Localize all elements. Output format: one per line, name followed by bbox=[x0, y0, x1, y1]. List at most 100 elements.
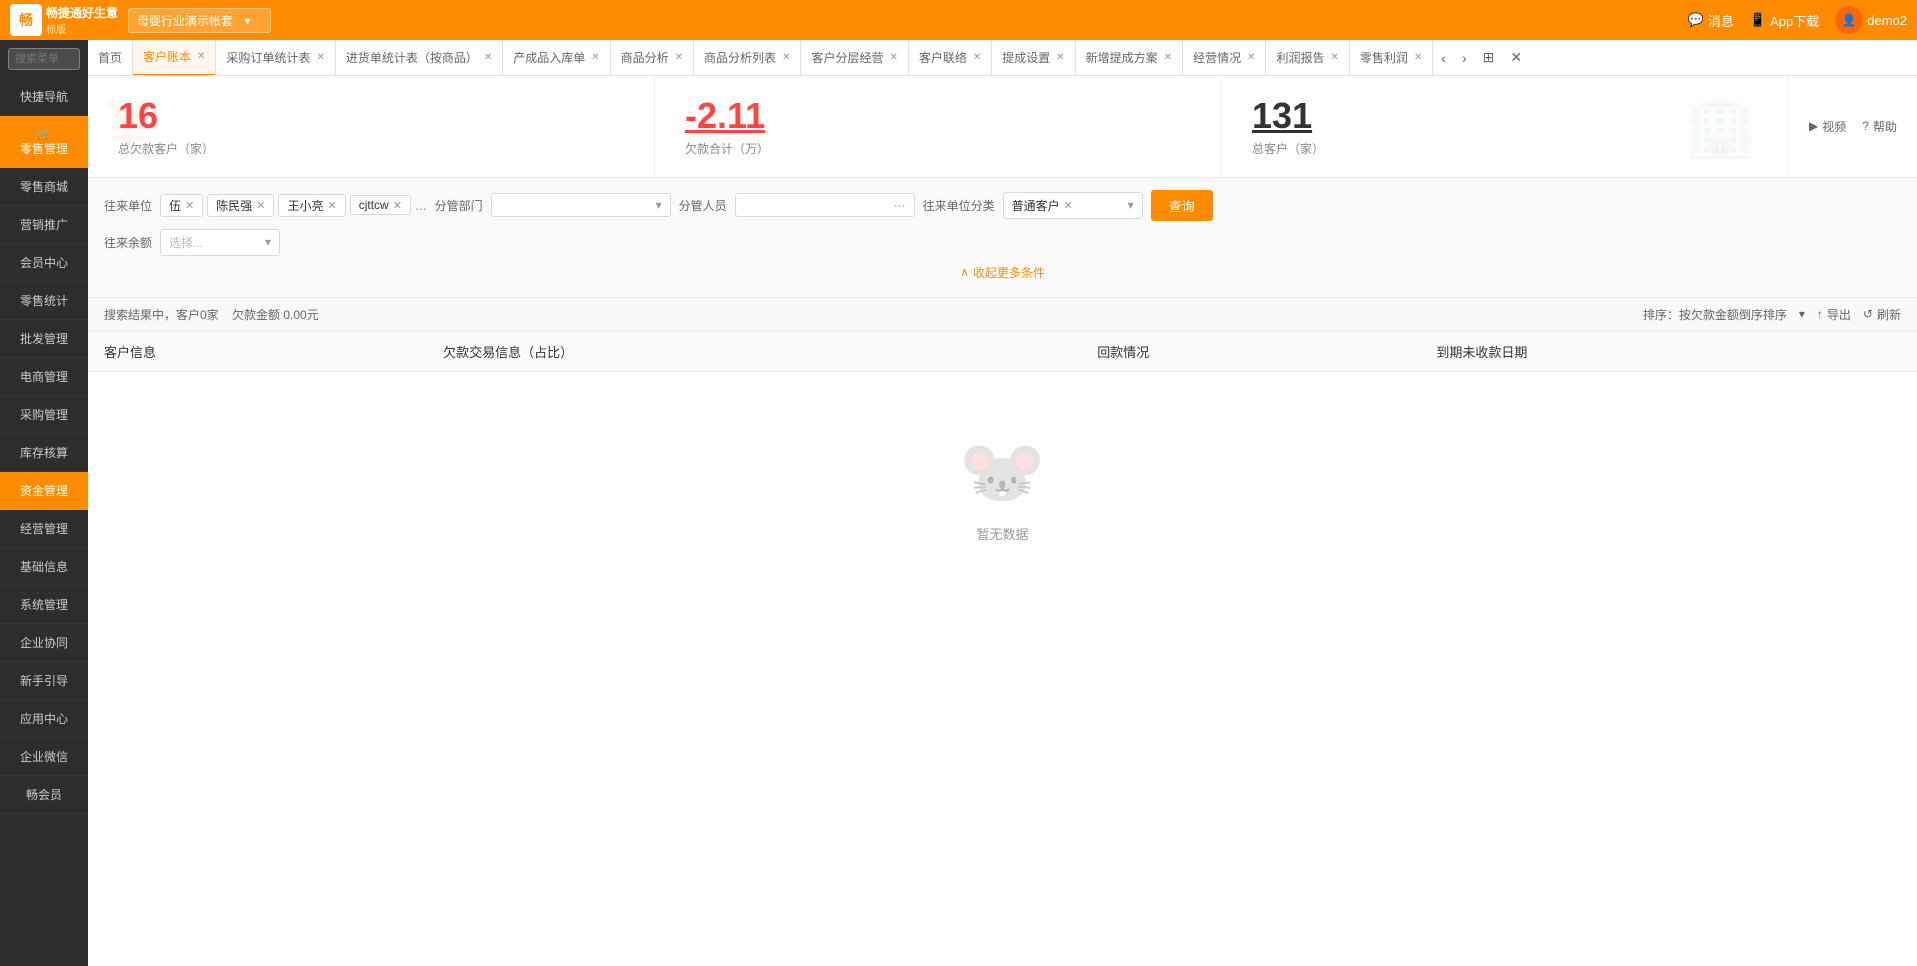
logo-icon: 畅 bbox=[10, 4, 42, 36]
sidebar-item-retail-stats[interactable]: 零售统计 bbox=[0, 282, 88, 320]
tab-goods-analysis-list[interactable]: 商品分析列表 ✕ bbox=[694, 40, 801, 76]
stat-value-debit-amount: -2.11 bbox=[685, 96, 765, 136]
stats-row: ¥ 16 总欠款客户（家） ✦ -2.11 欠款合计（万） 🏢 131 总 bbox=[88, 76, 1917, 178]
tab-purchase-order[interactable]: 采购订单统计表 ✕ bbox=[216, 40, 335, 76]
unit-tags-more[interactable]: ... bbox=[415, 197, 427, 213]
tab-close-all-btn[interactable]: ✕ bbox=[1502, 40, 1530, 76]
app-download-btn[interactable]: 📱 App下载 bbox=[1750, 11, 1819, 30]
tab-close-goods-analysis-list[interactable]: ✕ bbox=[782, 52, 790, 63]
stat-label-debit-amount: 欠款合计（万） bbox=[685, 140, 769, 157]
tab-close-goods-analysis[interactable]: ✕ bbox=[675, 52, 683, 63]
sidebar-item-retail-mall[interactable]: 零售商城 bbox=[0, 168, 88, 206]
remove-unit-tag-4[interactable]: ✕ bbox=[393, 199, 402, 212]
unit-tags-container: 伍 ✕ 陈民强 ✕ 王小亮 ✕ bbox=[160, 194, 427, 217]
sidebar-item-app-center[interactable]: 应用中心 bbox=[0, 700, 88, 738]
sidebar-item-wholesale[interactable]: 批发管理 bbox=[0, 320, 88, 358]
company-selector[interactable]: 母婴行业演示帐套 ▾ bbox=[128, 8, 271, 33]
sidebar-item-quick-nav[interactable]: 快捷导航 bbox=[0, 78, 88, 116]
sidebar-item-enterprise[interactable]: 企业协同 bbox=[0, 624, 88, 662]
sidebar-item-retail[interactable]: 🛒 零售管理 bbox=[0, 116, 88, 168]
tab-close-add-promotion[interactable]: ✕ bbox=[1164, 52, 1172, 63]
main-content: ¥ 16 总欠款客户（家） ✦ -2.11 欠款合计（万） 🏢 131 总 bbox=[88, 76, 1917, 966]
message-btn[interactable]: 💬 消息 bbox=[1688, 11, 1734, 30]
tab-close-accounts[interactable]: ✕ bbox=[197, 51, 205, 62]
refresh-btn[interactable]: ↺ 刷新 bbox=[1863, 306, 1901, 323]
refresh-icon: ↺ bbox=[1863, 307, 1873, 321]
table-header: 客户信息 欠款交易信息（占比） 回款情况 到期未收款日期 bbox=[88, 332, 1917, 372]
tab-close-operation[interactable]: ✕ bbox=[1247, 52, 1255, 63]
top-bar: 畅 畅捷通好生意 标版 母婴行业演示帐套 ▾ 💬 消息 📱 App下载 👤 de bbox=[0, 0, 1917, 40]
remove-category-tag-1[interactable]: ✕ bbox=[1064, 199, 1073, 212]
balance-filter-label: 往来余额 bbox=[104, 234, 152, 251]
tab-goods-analysis[interactable]: 商品分析 ✕ bbox=[611, 40, 694, 76]
dept-filter-label: 分管部门 bbox=[435, 197, 483, 214]
person-select[interactable]: ··· bbox=[735, 193, 915, 217]
sidebar-item-inventory[interactable]: 库存核算 bbox=[0, 434, 88, 472]
user-menu[interactable]: 👤 demo2 bbox=[1835, 6, 1907, 34]
unit-tag-3: 王小亮 ✕ bbox=[278, 194, 345, 217]
tab-close-customer-contact[interactable]: ✕ bbox=[973, 52, 981, 63]
help-btn[interactable]: ? 帮助 bbox=[1862, 118, 1897, 135]
sidebar-item-basic-info[interactable]: 基础信息 bbox=[0, 548, 88, 586]
sidebar-item-purchase[interactable]: 采购管理 bbox=[0, 396, 88, 434]
tab-home[interactable]: 首页 bbox=[88, 40, 133, 76]
stat-debit-amount: ✦ -2.11 欠款合计（万） bbox=[655, 76, 1222, 177]
content-area: 首页 客户账本 ✕ 采购订单统计表 ✕ 进货单统计表（按商品） ✕ 产成品入库单… bbox=[88, 40, 1917, 966]
sidebar-item-enterprise-wechat[interactable]: 企业微信 bbox=[0, 738, 88, 776]
result-summary: 搜索结果中，客户0家 欠款金额 0.00元 bbox=[104, 306, 319, 323]
search-input[interactable] bbox=[8, 48, 80, 70]
stat-bg-icon-3: 🏢 bbox=[1683, 91, 1758, 162]
tab-production[interactable]: 产成品入库单 ✕ bbox=[503, 40, 610, 76]
tab-accounts[interactable]: 客户账本 ✕ bbox=[133, 40, 216, 76]
tab-close-promotion-settings[interactable]: ✕ bbox=[1056, 52, 1064, 63]
stat-total-customers: 🏢 131 总客户（家） bbox=[1222, 76, 1789, 177]
sort-arrow-icon: ▾ bbox=[1799, 307, 1805, 321]
tab-close-retail-profit[interactable]: ✕ bbox=[1414, 52, 1422, 63]
sort-label: 排序：按欠款金额倒序排序 bbox=[1643, 306, 1787, 323]
balance-select[interactable]: 选择... ▾ bbox=[160, 229, 280, 256]
export-btn[interactable]: ↑ 导出 bbox=[1817, 306, 1851, 323]
sidebar-item-ecommerce[interactable]: 电商管理 bbox=[0, 358, 88, 396]
tab-profit-report[interactable]: 利润报告 ✕ bbox=[1266, 40, 1349, 76]
data-table: 客户信息 欠款交易信息（占比） 回款情况 到期未收款日期 bbox=[88, 332, 1917, 372]
filter-row-2: 往来余额 选择... ▾ bbox=[104, 229, 1901, 256]
sidebar-item-marketing[interactable]: 营销推广 bbox=[0, 206, 88, 244]
sidebar-item-member[interactable]: 会员中心 bbox=[0, 244, 88, 282]
tab-close-customer-segment[interactable]: ✕ bbox=[889, 52, 897, 63]
dept-select[interactable]: ▾ bbox=[491, 193, 671, 217]
person-select-arrow-icon: ··· bbox=[894, 198, 906, 212]
tab-customer-contact[interactable]: 客户联络 ✕ bbox=[909, 40, 992, 76]
sidebar-item-finance[interactable]: 资金管理 bbox=[0, 472, 88, 510]
sidebar-item-vip-member[interactable]: 畅会员 bbox=[0, 776, 88, 814]
tab-retail-profit[interactable]: 零售利润 ✕ bbox=[1350, 40, 1433, 76]
tab-nav-next[interactable]: › bbox=[1454, 40, 1475, 76]
tab-close-purchase-order[interactable]: ✕ bbox=[316, 52, 324, 63]
tab-close-production[interactable]: ✕ bbox=[591, 52, 599, 63]
tab-close-purchase-stats[interactable]: ✕ bbox=[484, 52, 492, 63]
sidebar-item-system[interactable]: 系统管理 bbox=[0, 586, 88, 624]
tab-add-promotion[interactable]: 新增提成方案 ✕ bbox=[1076, 40, 1183, 76]
tab-expand-btn[interactable]: ⊞ bbox=[1475, 40, 1503, 76]
tab-nav-prev[interactable]: ‹ bbox=[1433, 40, 1454, 76]
collapse-btn[interactable]: ∧ 收起更多条件 bbox=[960, 264, 1045, 281]
remove-unit-tag-1[interactable]: ✕ bbox=[185, 199, 194, 212]
stat-debit-customers: ¥ 16 总欠款客户（家） bbox=[88, 76, 655, 177]
tab-close-profit-report[interactable]: ✕ bbox=[1331, 52, 1339, 63]
stat-label-debit-customers: 总欠款客户（家） bbox=[118, 140, 214, 157]
tab-operation[interactable]: 经营情况 ✕ bbox=[1183, 40, 1266, 76]
table-header-row: 客户信息 欠款交易信息（占比） 回款情况 到期未收款日期 bbox=[88, 332, 1917, 372]
sidebar-item-operation-mgmt[interactable]: 经营管理 bbox=[0, 510, 88, 548]
category-select[interactable]: 普通客户 ✕ ▾ bbox=[1003, 192, 1143, 219]
tab-customer-segment[interactable]: 客户分层经营 ✕ bbox=[801, 40, 908, 76]
selector-arrow-icon: ▾ bbox=[244, 14, 250, 28]
tab-promotion-settings[interactable]: 提成设置 ✕ bbox=[992, 40, 1075, 76]
remove-unit-tag-3[interactable]: ✕ bbox=[328, 199, 337, 212]
empty-state: 🐭 暂无数据 bbox=[88, 372, 1917, 603]
video-help-btn[interactable]: ▶ 视频 bbox=[1809, 118, 1846, 135]
query-btn[interactable]: 查询 bbox=[1151, 190, 1213, 221]
sidebar-item-new-guide[interactable]: 新手引导 bbox=[0, 662, 88, 700]
remove-unit-tag-2[interactable]: ✕ bbox=[256, 199, 265, 212]
tab-purchase-stats[interactable]: 进货单统计表（按商品） ✕ bbox=[336, 40, 503, 76]
person-filter-label: 分管人员 bbox=[679, 197, 727, 214]
dept-select-arrow-icon: ▾ bbox=[656, 198, 662, 212]
